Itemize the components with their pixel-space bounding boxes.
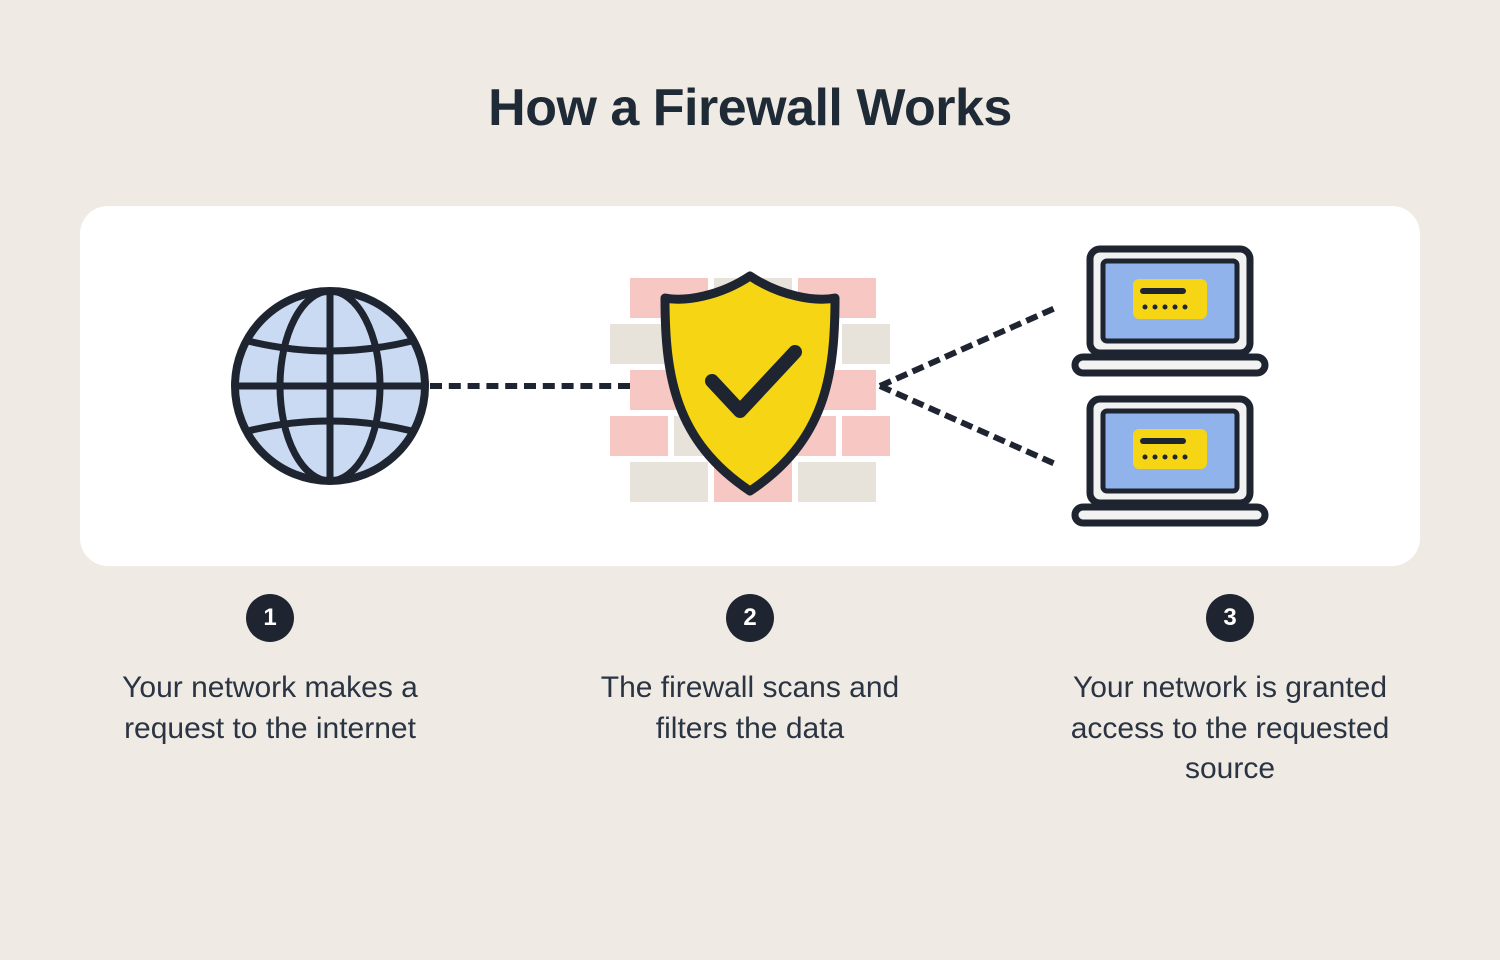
step-3: 3 Your network is granted access to the … [1050,594,1410,790]
page-title: How a Firewall Works [0,0,1500,138]
step-1: 1 Your network makes a request to the in… [90,594,450,790]
step-caption: Your network makes a request to the inte… [90,668,450,749]
step-2: 2 The firewall scans and filters the dat… [570,594,930,790]
steps-row: 1 Your network makes a request to the in… [90,594,1410,790]
step-caption: The firewall scans and filters the data [570,668,930,749]
firewall-shield-icon [600,256,900,516]
step-badge: 1 [246,594,294,642]
step-caption: Your network is granted access to the re… [1050,668,1410,790]
step-badge: 3 [1206,594,1254,642]
diagram-card [80,206,1420,566]
laptops-icon [1020,241,1320,531]
step-badge: 2 [726,594,774,642]
